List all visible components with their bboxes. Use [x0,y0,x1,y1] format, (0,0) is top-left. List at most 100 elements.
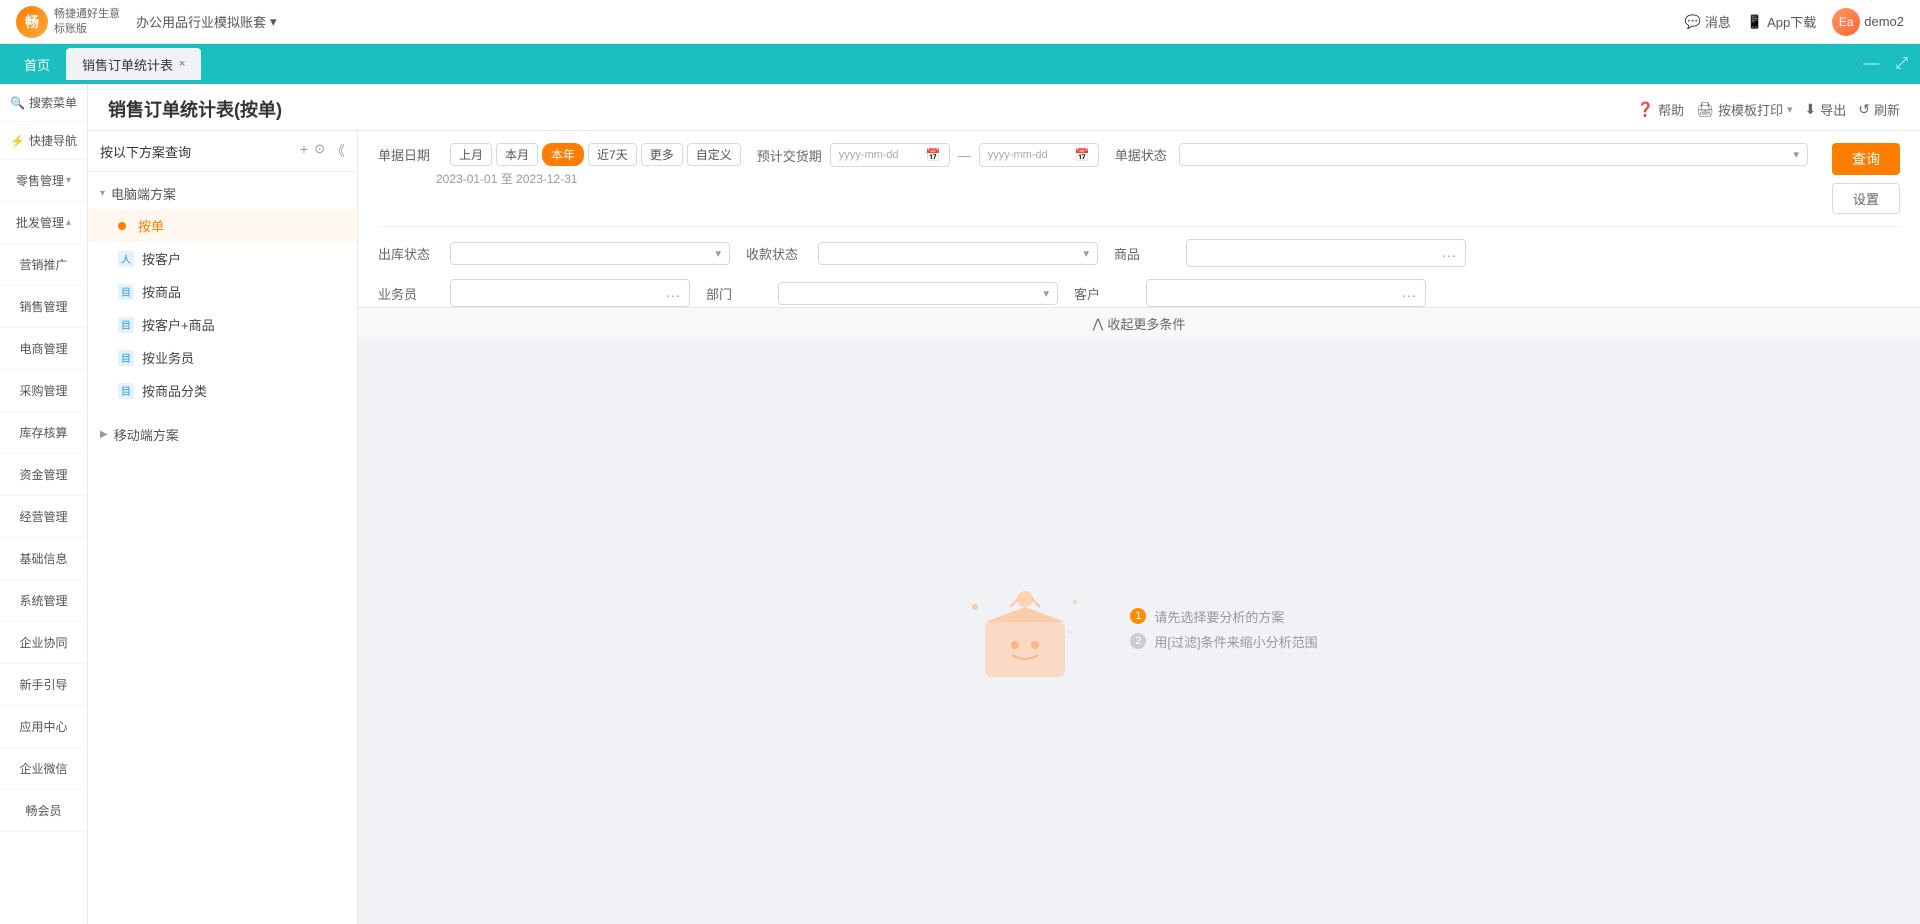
tab-active[interactable]: 销售订单统计表 × [66,48,201,80]
hint-item-2: 2 用[过滤]条件来缩小分析范围 [1130,632,1317,651]
tab-bar: 首页 销售订单统计表 × — ⤢ [0,44,1920,84]
scheme-group-desktop: ▾ 电脑端方案 按单 人 按客户 目 按商品 [88,172,357,413]
salesperson-select[interactable]: … [450,279,690,307]
filter-actions: 查询 设置 [1832,143,1900,214]
chevron-down-icon: ▾ [1043,287,1049,300]
doc-status-select[interactable]: ▾ [1179,143,1808,166]
empty-state: 1 请先选择要分析的方案 2 用[过滤]条件来缩小分析范围 [358,339,1920,924]
print-btn[interactable]: 🖨 按模板打印 ▾ [1696,100,1792,119]
header-right: 💬 消息 📱 App下载 Ea demo2 [1685,8,1904,36]
tab-minimize-btn[interactable]: — [1859,51,1883,77]
sidebar-item-quicknav[interactable]: ⚡ 快捷导航 [0,122,87,160]
sidebar-item-purchase[interactable]: 采购管理 [0,370,87,412]
scheme-item-by-goods[interactable]: 目 按商品 [88,275,357,308]
sidebar-item-finance[interactable]: 资金管理 [0,454,87,496]
shortcut-more[interactable]: 更多 [641,143,683,166]
page-header: 销售订单统计表(按单) ❓ 帮助 🖨 按模板打印 ▾ ⬇ 导出 ↺ 刷新 [88,84,1920,131]
sidebar-item-collab[interactable]: 企业协同 [0,622,87,664]
empty-hints: 1 请先选择要分析的方案 2 用[过滤]条件来缩小分析范围 [1130,607,1317,657]
header-left: 畅 畅捷通好生意 标账版 办公用品行业模拟账套 ▾ [16,6,285,38]
sidebar: 🔍 搜索菜单 ⚡ 快捷导航 零售管理 ▾ 批发管理 ▴ 营销推广 销售管理 电商… [0,84,88,924]
group-title-desktop: 电脑端方案 [111,184,176,203]
sidebar-item-search[interactable]: 🔍 搜索菜单 [0,84,87,122]
export-btn[interactable]: ⬇ 导出 [1805,100,1847,119]
query-button[interactable]: 查询 [1832,143,1900,175]
expected-date-end[interactable]: yyyy-mm-dd 📅 [979,143,1099,167]
sidebar-item-wechat[interactable]: 企业微信 [0,748,87,790]
app-logo: 畅 [16,6,48,38]
hint-item-1: 1 请先选择要分析的方案 [1130,607,1317,626]
customer-goods-icon: 目 [118,317,134,333]
payment-status-label: 收款状态 [746,244,802,263]
sidebar-item-sales[interactable]: 销售管理 [0,286,87,328]
workspace-selector[interactable]: 办公用品行业模拟账套 ▾ [128,8,285,35]
department-label: 部门 [706,284,762,303]
scheme-item-by-customer[interactable]: 人 按客户 [88,242,357,275]
expected-date-start[interactable]: yyyy-mm-dd 📅 [830,143,950,167]
sidebar-item-operations[interactable]: 经营管理 [0,496,87,538]
tab-close-icon[interactable]: × [179,58,185,70]
sidebar-item-members[interactable]: 畅会员 [0,790,87,832]
scheme-item-by-customer-goods[interactable]: 目 按客户+商品 [88,308,357,341]
scheme-add-btn[interactable]: + [300,141,308,161]
sidebar-item-marketing[interactable]: 营销推广 [0,244,87,286]
right-content: 单据日期 上月 本月 本年 近7天 更多 自定义 2023 [358,131,1920,924]
shortcut-this-month[interactable]: 本月 [496,143,538,166]
chevron-down-icon: ▾ [715,247,721,260]
active-dot-icon [118,222,126,230]
filter-row-date: 单据日期 上月 本月 本年 近7天 更多 自定义 [378,143,741,166]
settings-button[interactable]: 设置 [1832,183,1900,214]
payment-status-select[interactable]: ▾ [818,242,1098,265]
chevron-down-icon: ▾ [1793,148,1799,161]
tab-home[interactable]: 首页 [8,48,66,80]
scheme-header: 按以下方案查询 + ⊙ 《 [88,131,357,172]
date-label: 单据日期 [378,145,434,164]
customer-select[interactable]: … [1146,279,1426,307]
shortcut-last-month[interactable]: 上月 [450,143,492,166]
logo-area: 畅 畅捷通好生意 标账版 [16,6,120,38]
goods-category-icon: 目 [118,383,134,399]
filter-expected-date: 预计交货期 yyyy-mm-dd 📅 — yyyy-mm-dd 📅 [757,143,1099,167]
shortcut-7days[interactable]: 近7天 [588,143,637,166]
collapse-btn[interactable]: ⋀ 收起更多条件 [1093,314,1186,333]
sidebar-item-basicinfo[interactable]: 基础信息 [0,538,87,580]
sidebar-item-inventory[interactable]: 库存核算 [0,412,87,454]
scheme-collapse-btn[interactable]: 《 [331,141,345,161]
scheme-item-by-salesperson[interactable]: 目 按业务员 [88,341,357,374]
help-btn[interactable]: ❓ 帮助 [1637,100,1684,119]
salesperson-label: 业务员 [378,284,434,303]
scheme-item-by-order[interactable]: 按单 [88,209,357,242]
tab-maximize-btn[interactable]: ⤢ [1891,51,1912,77]
customer-icon: 人 [118,251,134,267]
scheme-edit-btn[interactable]: ⊙ [314,141,325,161]
scheme-group-desktop-header[interactable]: ▾ 电脑端方案 [88,178,357,209]
scheme-item-by-goods-category[interactable]: 目 按商品分类 [88,374,357,407]
scheme-actions: + ⊙ 《 [300,141,345,161]
scheme-panel: 按以下方案查询 + ⊙ 《 ▾ 电脑端方案 按单 [88,131,358,924]
goods-icon: 目 [118,284,134,300]
collapse-bar: ⋀ 收起更多条件 [358,307,1920,339]
goods-select[interactable]: … [1186,239,1466,267]
customer-label: 客户 [1074,284,1130,303]
message-btn[interactable]: 💬 消息 [1685,12,1731,31]
doc-status-label: 单据状态 [1115,145,1171,164]
shortcut-this-year[interactable]: 本年 [542,143,584,166]
sidebar-item-appcenter[interactable]: 应用中心 [0,706,87,748]
tab-actions: — ⤢ [1859,51,1912,77]
group-mobile-arrow-icon: ▶ [100,429,108,440]
delivery-status-select[interactable]: ▾ [450,242,730,265]
scheme-group-mobile-header[interactable]: ▶ 移动端方案 [88,419,357,450]
filter-section: 单据日期 上月 本月 本年 近7天 更多 自定义 2023 [358,131,1920,307]
department-select[interactable]: ▾ [778,282,1058,305]
app-download-btn[interactable]: 📱 App下载 [1747,12,1816,31]
chevron-down-icon: ▾ [66,175,71,186]
sidebar-item-retail[interactable]: 零售管理 ▾ [0,160,87,202]
group-arrow-icon: ▾ [100,188,105,199]
sidebar-item-system[interactable]: 系统管理 [0,580,87,622]
refresh-btn[interactable]: ↺ 刷新 [1858,100,1900,119]
sidebar-item-ecommerce[interactable]: 电商管理 [0,328,87,370]
sidebar-item-wholesale[interactable]: 批发管理 ▴ [0,202,87,244]
sidebar-item-tutorial[interactable]: 新手引导 [0,664,87,706]
shortcut-custom[interactable]: 自定义 [687,143,741,166]
user-profile[interactable]: Ea demo2 [1832,8,1904,36]
